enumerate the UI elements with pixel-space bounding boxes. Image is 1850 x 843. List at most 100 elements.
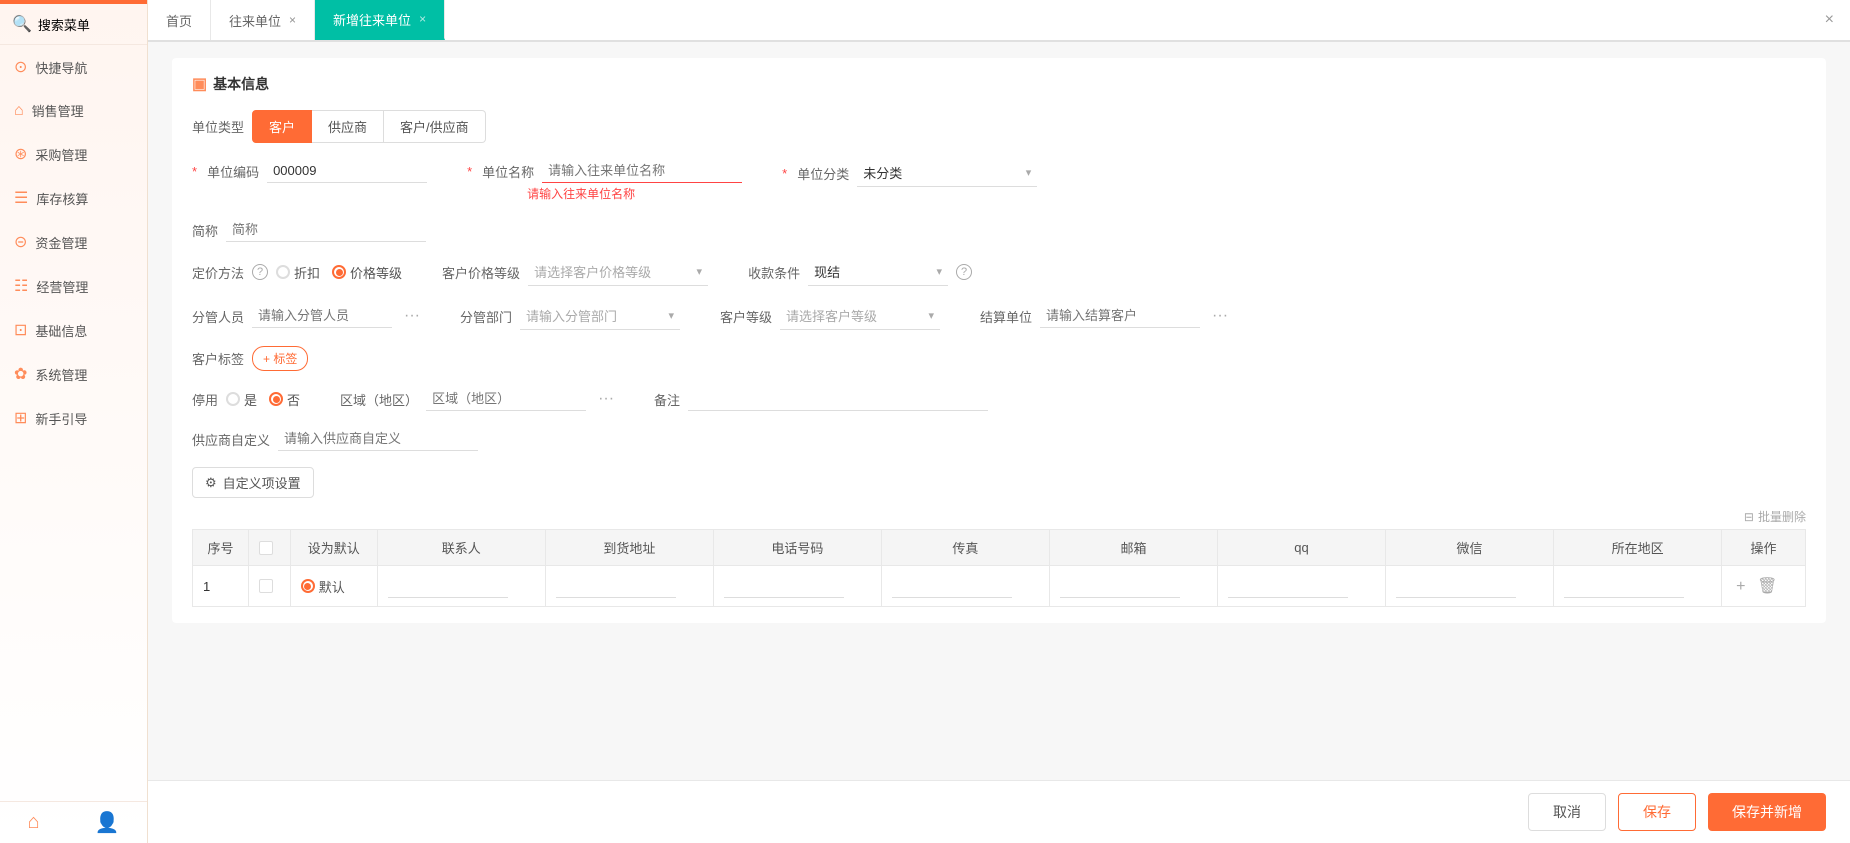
- unit-btn-customer[interactable]: 客户: [252, 110, 312, 143]
- pricing-method-help[interactable]: ?: [252, 264, 268, 280]
- batch-delete-label[interactable]: 批量删除: [1758, 508, 1806, 525]
- cell-action: + 🗑: [1722, 566, 1806, 607]
- qq-input[interactable]: [1228, 574, 1348, 598]
- sidebar-item-label: 库存核算: [36, 189, 88, 208]
- supplier-custom-row: 供应商自定义: [192, 427, 1806, 451]
- pricing-method-field: 定价方法 ? 折扣 价格等级: [192, 263, 402, 282]
- radio-discount[interactable]: 折扣: [276, 263, 320, 282]
- cell-fax[interactable]: [881, 566, 1049, 607]
- tab-new-partner[interactable]: 新增往来单位 ×: [315, 0, 445, 40]
- basic-info-section: ▣ 基本信息 单位类型 客户 供应商 客户/供应商 * 单位编码: [172, 58, 1826, 623]
- customer-level-select[interactable]: 请选择客户等级 ▾: [780, 302, 940, 330]
- remark-input[interactable]: [688, 387, 988, 411]
- sidebar: 🔍 搜索菜单 ⊙ 快捷导航 ⌂ 销售管理 ⊛ 采购管理 ☰ 库存核算 ⊝ 资金管…: [0, 0, 148, 843]
- region-input[interactable]: [426, 387, 586, 411]
- custom-settings-label: 自定义项设置: [223, 473, 301, 492]
- col-fax: 传真: [881, 530, 1049, 566]
- manager-more[interactable]: ···: [404, 307, 420, 325]
- disabled-field: 停用 是 否: [192, 390, 300, 409]
- unit-category-required: *: [782, 166, 787, 181]
- section-title-text: 基本信息: [213, 74, 269, 94]
- sidebar-item-system[interactable]: ✿ 系统管理: [0, 352, 147, 396]
- row-default-label: 默认: [319, 577, 345, 596]
- sidebar-home-btn[interactable]: ⌂: [28, 811, 40, 834]
- sidebar-item-operations[interactable]: ☷ 经营管理: [0, 264, 147, 308]
- payment-terms-label: 收款条件: [748, 263, 800, 282]
- region-more[interactable]: ···: [598, 390, 614, 408]
- cell-wechat[interactable]: [1386, 566, 1554, 607]
- radio-yes[interactable]: 是: [226, 390, 257, 409]
- sidebar-user-btn[interactable]: 👤: [95, 810, 120, 835]
- cancel-button[interactable]: 取消: [1528, 793, 1606, 831]
- sidebar-item-sales[interactable]: ⌂ 销售管理: [0, 89, 147, 132]
- fax-input[interactable]: [892, 574, 1012, 598]
- add-tag-btn[interactable]: + 标签: [252, 346, 308, 371]
- region-field: 区域（地区） ···: [340, 387, 614, 411]
- short-name-input[interactable]: [226, 218, 426, 242]
- sidebar-item-inventory[interactable]: ☰ 库存核算: [0, 176, 147, 220]
- save-new-button[interactable]: 保存并新增: [1708, 793, 1826, 831]
- unit-code-input[interactable]: [267, 159, 427, 183]
- sales-icon: ⌂: [14, 102, 24, 120]
- supplier-custom-input[interactable]: [278, 427, 478, 451]
- manager-field: 分管人员 ···: [192, 304, 420, 328]
- radio-price-level-outer: [332, 265, 346, 279]
- sidebar-item-purchase[interactable]: ⊛ 采购管理: [0, 132, 147, 176]
- address-input[interactable]: [556, 574, 676, 598]
- wechat-input[interactable]: [1396, 574, 1516, 598]
- phone-input[interactable]: [724, 574, 844, 598]
- tab-new-partner-close[interactable]: ×: [419, 12, 426, 26]
- manager-input[interactable]: [252, 304, 392, 328]
- header-checkbox[interactable]: [259, 541, 273, 555]
- sidebar-item-guide[interactable]: ⊞ 新手引导: [0, 396, 147, 440]
- customer-price-level-select[interactable]: 请选择客户价格等级 ▾: [528, 258, 708, 286]
- radio-no[interactable]: 否: [269, 390, 300, 409]
- sidebar-item-quick-nav[interactable]: ⊙ 快捷导航: [0, 45, 147, 89]
- settlement-unit-input[interactable]: [1040, 304, 1200, 328]
- short-name-row: 简称: [192, 218, 1806, 242]
- unit-name-field-wrap: * 单位名称 请输入往来单位名称: [467, 159, 742, 202]
- tab-home-label: 首页: [166, 11, 192, 30]
- col-contact: 联系人: [377, 530, 545, 566]
- row-default-radio[interactable]: 默认: [301, 577, 367, 596]
- contact-input[interactable]: [388, 574, 508, 598]
- row-delete-btn[interactable]: 🗑: [1753, 574, 1781, 598]
- email-input[interactable]: [1060, 574, 1180, 598]
- department-select[interactable]: 请输入分管部门 ▾: [520, 302, 680, 330]
- unit-btn-supplier[interactable]: 供应商: [312, 110, 384, 143]
- customer-level-arrow: ▾: [929, 309, 935, 322]
- sidebar-item-finance[interactable]: ⊝ 资金管理: [0, 220, 147, 264]
- radio-no-inner: [273, 396, 280, 403]
- cell-address[interactable]: [545, 566, 713, 607]
- tab-home[interactable]: 首页: [148, 0, 211, 40]
- payment-terms-select[interactable]: 现结 ▾: [808, 258, 948, 286]
- cell-phone[interactable]: [713, 566, 881, 607]
- unit-code-required: *: [192, 164, 197, 179]
- radio-no-label: 否: [287, 390, 300, 409]
- cell-region[interactable]: [1554, 566, 1722, 607]
- radio-price-level[interactable]: 价格等级: [332, 263, 402, 282]
- row-checkbox[interactable]: [259, 579, 273, 593]
- col-default: 设为默认: [290, 530, 377, 566]
- unit-name-error: 请输入往来单位名称: [527, 185, 742, 202]
- unit-category-select[interactable]: 未分类 ▾: [857, 159, 1037, 187]
- save-button[interactable]: 保存: [1618, 793, 1696, 831]
- unit-btn-both[interactable]: 客户/供应商: [384, 110, 486, 143]
- cell-contact[interactable]: [377, 566, 545, 607]
- pricing-method-label: 定价方法: [192, 263, 244, 282]
- settlement-unit-more[interactable]: ···: [1212, 307, 1228, 325]
- tab-partners-close[interactable]: ×: [289, 13, 296, 27]
- cell-qq[interactable]: [1217, 566, 1385, 607]
- sidebar-item-label: 资金管理: [35, 233, 87, 252]
- payment-terms-help[interactable]: ?: [956, 264, 972, 280]
- sidebar-item-basics[interactable]: ⊡ 基础信息: [0, 308, 147, 352]
- unit-name-input[interactable]: [542, 159, 742, 183]
- cell-email[interactable]: [1049, 566, 1217, 607]
- row-region-input[interactable]: [1564, 574, 1684, 598]
- row-add-btn[interactable]: +: [1732, 576, 1749, 598]
- radio-yes-label: 是: [244, 390, 257, 409]
- custom-settings-button[interactable]: ⚙ 自定义项设置: [192, 467, 314, 498]
- sidebar-search[interactable]: 🔍 搜索菜单: [0, 4, 147, 45]
- tab-bar-close-btn[interactable]: ×: [1809, 0, 1850, 40]
- tab-partners[interactable]: 往来单位 ×: [211, 0, 315, 40]
